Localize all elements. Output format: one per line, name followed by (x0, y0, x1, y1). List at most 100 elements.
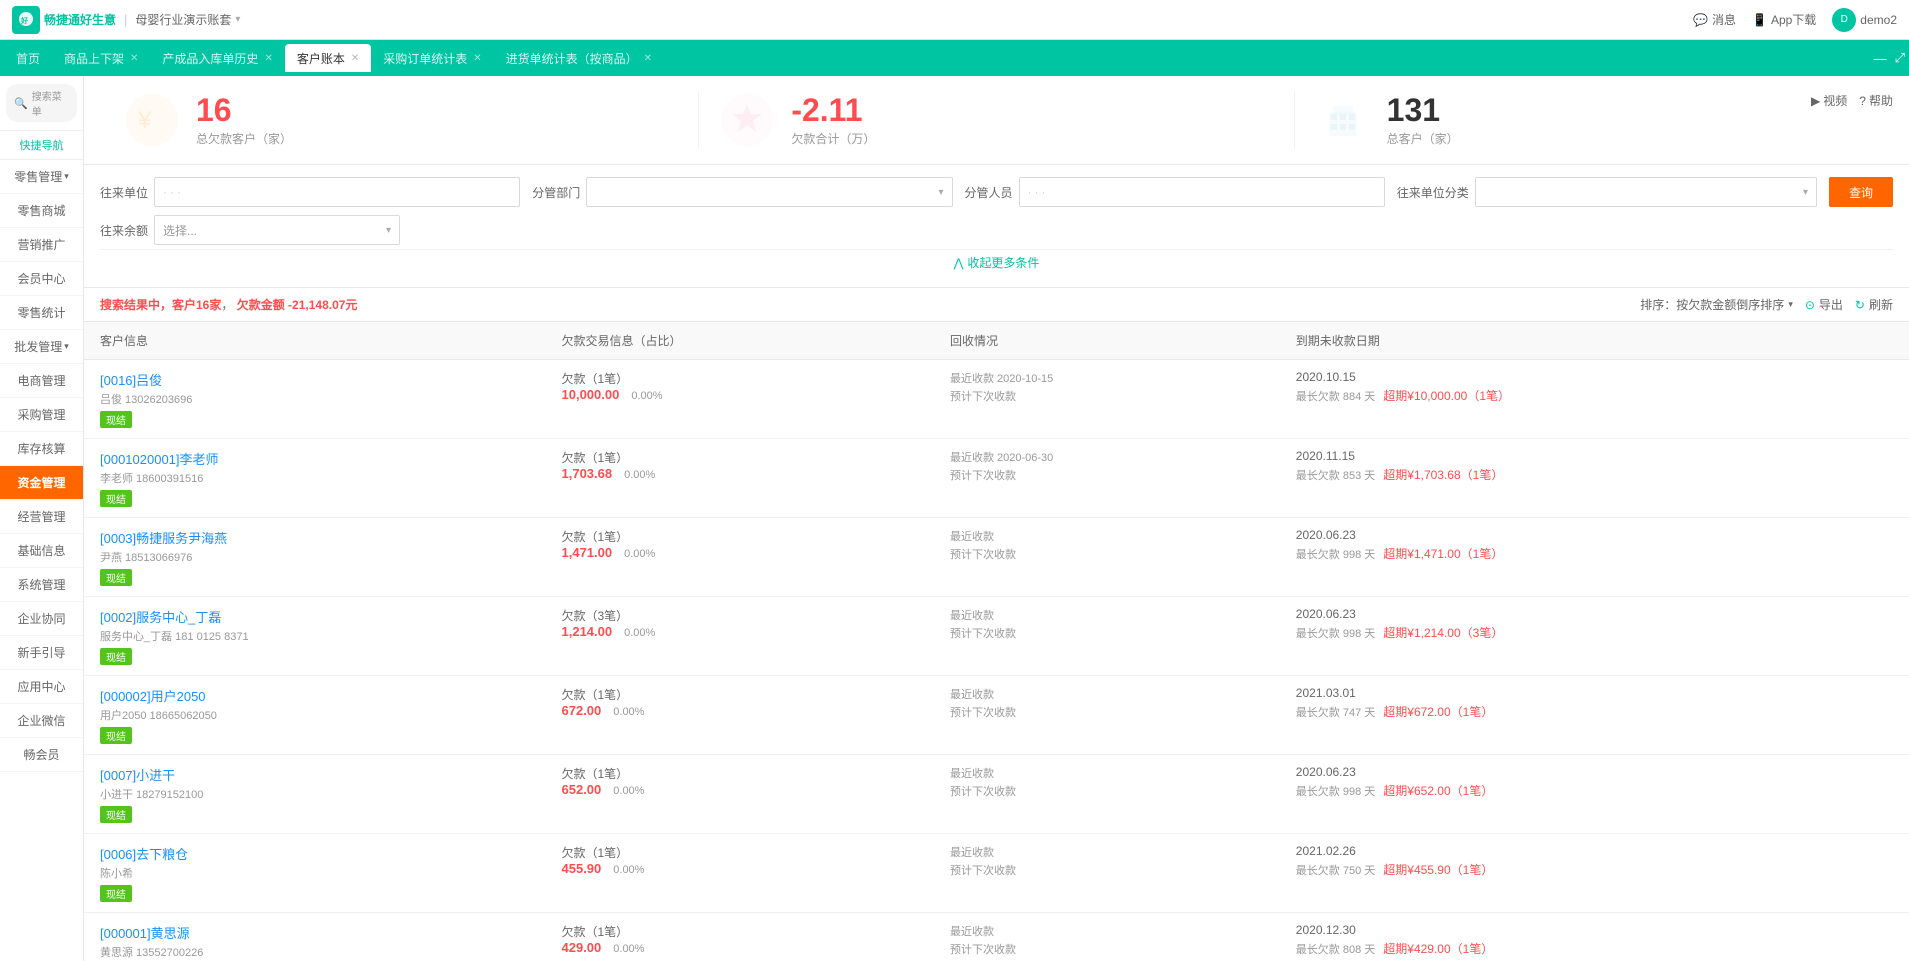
tab-customer-account[interactable]: 客户账本 ✕ (285, 44, 371, 72)
filter-category: 往来单位分类 ▾ (1397, 177, 1817, 207)
search-icon: 🔍 (14, 97, 28, 110)
tab-close-inventory-stats[interactable]: ✕ (644, 53, 652, 64)
sidebar-item-retail-mgmt[interactable]: 零售管理 ▾ (0, 160, 83, 194)
sidebar-item-ecommerce[interactable]: 电商管理 (0, 364, 83, 398)
sidebar-item-business[interactable]: 经营管理 (0, 500, 83, 534)
recovery-next-4: 预计下次收款 (950, 704, 1264, 720)
sidebar-quick-nav[interactable]: 快捷导航 (0, 131, 83, 160)
recovery-next-2: 预计下次收款 (950, 546, 1264, 562)
overdue-date-6: 2021.02.26 (1296, 844, 1893, 858)
sidebar-item-enterprise[interactable]: 企业协同 (0, 602, 83, 636)
layout: 🔍 搜索菜单 快捷导航 零售管理 ▾ 零售商城 营销推广 会员中心 零售统计 批… (0, 76, 1909, 961)
sidebar-item-batch-mgmt[interactable]: 批发管理 ▾ (0, 330, 83, 364)
overdue-link-2[interactable]: 超期¥1,471.00（1笔） (1383, 545, 1503, 562)
export-btn[interactable]: ⊙ 导出 (1805, 296, 1843, 313)
top-bar-right: 💬 消息 📱 App下载 D demo2 (1693, 8, 1897, 32)
sidebar-item-appcenter[interactable]: 应用中心 (0, 670, 83, 704)
sidebar-item-member[interactable]: 会员中心 (0, 262, 83, 296)
sidebar-item-system[interactable]: 系统管理 (0, 568, 83, 602)
overdue-link-3[interactable]: 超期¥1,214.00（3笔） (1383, 624, 1503, 641)
debt-count-3: 欠款（3笔） (562, 607, 918, 624)
cell-recovery-7: 最近收款 预计下次收款 (934, 913, 1280, 961)
help-icon: ? (1859, 94, 1866, 108)
sidebar-search[interactable]: 🔍 搜索菜单 (0, 76, 83, 131)
cell-customer-0: [0016]吕俊 吕俊 13026203696 现结 (84, 360, 546, 439)
chevron-down-icon-2: ▾ (64, 341, 69, 352)
sort-select[interactable]: 排序：按欠款金额倒序排序 ▾ (1640, 296, 1793, 313)
cell-customer-2: [0003]畅捷服务尹海燕 尹燕 18513066976 现结 (84, 518, 546, 597)
tab-close-purchase-order[interactable]: ✕ (473, 53, 481, 64)
filter-category-input[interactable]: ▾ (1475, 177, 1817, 207)
overdue-days-1: 最长欠款 853 天 (1296, 467, 1375, 483)
overdue-days-5: 最长欠款 998 天 (1296, 783, 1375, 799)
recovery-latest-4: 最近收款 (950, 686, 1264, 702)
sidebar-item-member2[interactable]: 畅会员 (0, 738, 83, 772)
sidebar-item-retail-store[interactable]: 零售商城 (0, 194, 83, 228)
sidebar-item-basic[interactable]: 基础信息 (0, 534, 83, 568)
customer-name-4[interactable]: [000002]用户2050 (100, 686, 530, 705)
filter-balance-select[interactable]: 选择... ▾ (154, 215, 400, 245)
filter-dept-input[interactable]: ▾ (586, 177, 952, 207)
stat-total-number: 131 (1387, 93, 1459, 128)
overdue-link-6[interactable]: 超期¥455.90（1笔） (1383, 861, 1493, 878)
overdue-link-4[interactable]: 超期¥672.00（1笔） (1383, 703, 1493, 720)
tab-fullscreen-btn[interactable]: ⤢ (1895, 50, 1905, 66)
overdue-link-5[interactable]: 超期¥652.00（1笔） (1383, 782, 1493, 799)
debt-count-6: 欠款（1笔） (562, 844, 918, 861)
tab-close-production-history[interactable]: ✕ (264, 53, 272, 64)
overdue-link-7[interactable]: 超期¥429.00（1笔） (1383, 940, 1493, 957)
tab-close-product-shelf[interactable]: ✕ (130, 53, 138, 64)
customer-phone-4: 用户2050 18665062050 (100, 707, 530, 723)
customer-tag-4: 现结 (100, 727, 132, 744)
user-avatar[interactable]: D demo2 (1832, 8, 1897, 32)
tab-production-history[interactable]: 产成品入库单历史 ✕ (150, 44, 284, 72)
filter-person-input[interactable]: ··· (1019, 177, 1385, 207)
customer-name-2[interactable]: [0003]畅捷服务尹海燕 (100, 528, 530, 547)
sidebar-item-marketing[interactable]: 营销推广 (0, 228, 83, 262)
view-btn[interactable]: ▶ 视频 (1811, 92, 1847, 109)
sidebar-item-guide[interactable]: 新手引导 (0, 636, 83, 670)
customer-name-0[interactable]: [0016]吕俊 (100, 370, 530, 389)
sidebar-item-finance[interactable]: 资金管理 (0, 466, 83, 500)
customer-name-3[interactable]: [0002]服务中心_丁磊 (100, 607, 530, 626)
sidebar-item-wechat[interactable]: 企业微信 (0, 704, 83, 738)
customer-name-5[interactable]: [0007]小进干 (100, 765, 530, 784)
recovery-next-7: 预计下次收款 (950, 941, 1264, 957)
result-actions: 排序：按欠款金额倒序排序 ▾ ⊙ 导出 ↻ 刷新 (1640, 296, 1893, 313)
mobile-icon: 📱 (1752, 13, 1767, 27)
company-select[interactable]: 母婴行业演示账套 ▾ (135, 11, 240, 28)
cell-overdue-7: 2020.12.30 最长欠款 808 天 超期¥429.00（1笔） (1280, 913, 1909, 961)
message-btn[interactable]: 💬 消息 (1693, 11, 1736, 28)
customer-phone-1: 李老师 18600391516 (100, 470, 530, 486)
tab-purchase-order[interactable]: 采购订单统计表 ✕ (371, 44, 493, 72)
tab-home[interactable]: 首页 (4, 44, 52, 72)
filter-balance: 往来余额 选择... ▾ (100, 215, 400, 245)
customer-name-7[interactable]: [000001]黄思源 (100, 923, 530, 942)
col-debt-info: 欠款交易信息（占比） (546, 322, 934, 360)
refresh-btn[interactable]: ↻ 刷新 (1855, 296, 1893, 313)
filter-vendor-input[interactable]: ··· (154, 177, 520, 207)
tab-product-shelf[interactable]: 商品上下架 ✕ (52, 44, 150, 72)
sidebar-item-inventory[interactable]: 库存核算 (0, 432, 83, 466)
tab-close-customer-account[interactable]: ✕ (351, 53, 359, 64)
sidebar-search-inner[interactable]: 🔍 搜索菜单 (6, 84, 77, 122)
debt-count-5: 欠款（1笔） (562, 765, 918, 782)
col-recovery: 回收情况 (934, 322, 1280, 360)
help-btn[interactable]: ? 帮助 (1859, 92, 1893, 109)
chevron-balance-icon: ▾ (386, 225, 391, 236)
customer-name-1[interactable]: [0001020001]李老师 (100, 449, 530, 468)
overdue-link-0[interactable]: 超期¥10,000.00（1笔） (1383, 387, 1510, 404)
tab-minimize-btn[interactable]: — (1874, 51, 1887, 66)
cell-customer-5: [0007]小进干 小进干 18279152100 现结 (84, 755, 546, 834)
sidebar-item-retail-stats[interactable]: 零售统计 (0, 296, 83, 330)
tab-inventory-stats[interactable]: 进货单统计表（按商品） ✕ (494, 44, 664, 72)
overdue-link-1[interactable]: 超期¥1,703.68（1笔） (1383, 466, 1503, 483)
customer-name-6[interactable]: [0006]去下粮仓 (100, 844, 530, 863)
sidebar-item-purchase[interactable]: 采购管理 (0, 398, 83, 432)
collapse-btn[interactable]: ⋀ 收起更多条件 (100, 249, 1893, 275)
overdue-date-4: 2021.03.01 (1296, 686, 1893, 700)
search-btn[interactable]: 查询 (1829, 177, 1893, 207)
customer-phone-0: 吕俊 13026203696 (100, 391, 530, 407)
filter-dept-label: 分管部门 (532, 184, 580, 201)
app-download-btn[interactable]: 📱 App下载 (1752, 11, 1816, 28)
